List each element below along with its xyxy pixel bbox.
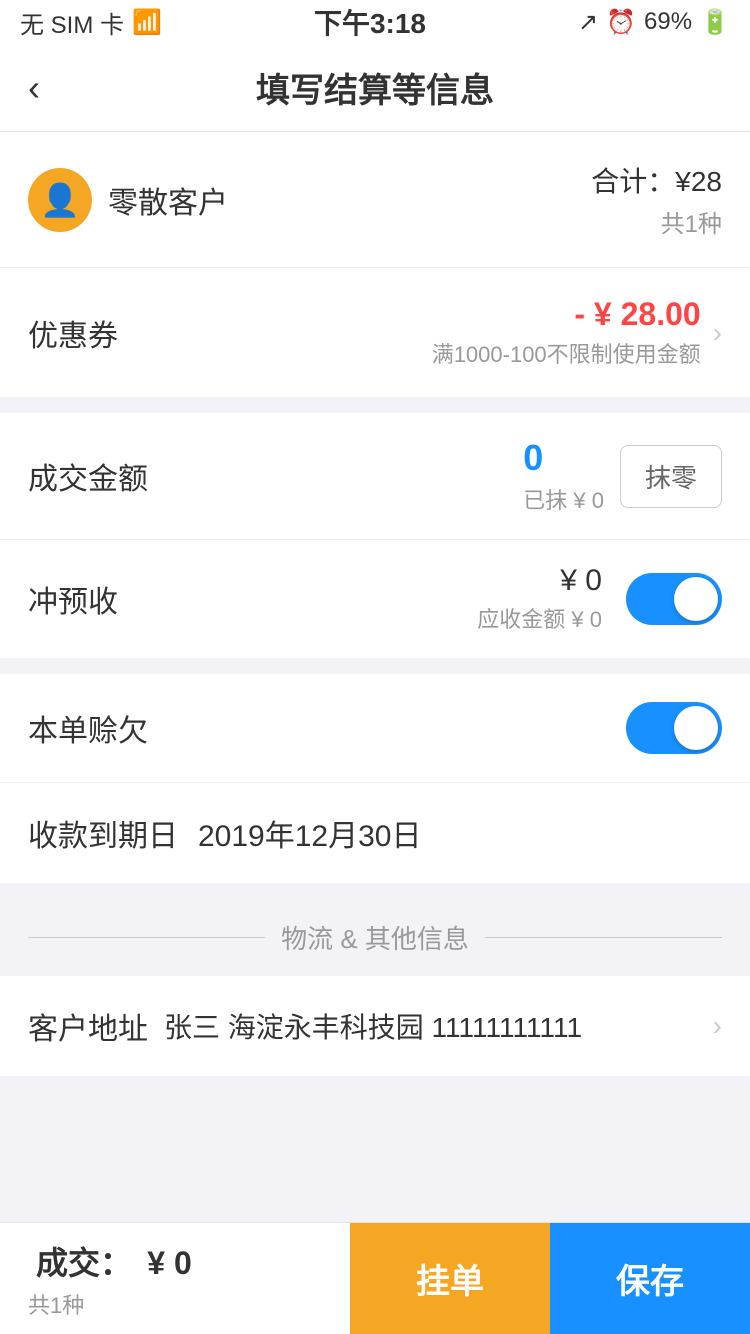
debt-row: 本单赊欠 [0, 674, 750, 782]
hold-button[interactable]: 挂单 [350, 1223, 550, 1334]
logistics-divider: 物流 & 其他信息 [0, 899, 750, 976]
transaction-right: 0 已抹 ¥ 0 抹零 [523, 437, 722, 515]
transaction-section: 成交金额 0 已抹 ¥ 0 抹零 冲预收 ¥ 0 应收金额 ¥ 0 [0, 413, 750, 658]
battery-icon: 🔋 [700, 8, 730, 37]
customer-left: 👤 零散客户 [28, 168, 228, 232]
status-left: 无 SIM 卡 📶 [20, 5, 162, 40]
bottom-info: 成交： ¥ 0 共1种 [0, 1238, 350, 1320]
logistics-label: 物流 & 其他信息 [281, 919, 469, 956]
deal-amount: ¥ 0 [147, 1245, 191, 1281]
save-button[interactable]: 保存 [550, 1223, 750, 1334]
prepaid-right: ¥ 0 应收金额 ¥ 0 [477, 564, 722, 634]
customer-total: 合计：¥28 [591, 160, 722, 200]
customer-row: 👤 零散客户 合计：¥28 共1种 [0, 132, 750, 267]
status-time: 下午3:18 [314, 2, 426, 42]
no-sim-text: 无 SIM 卡 [20, 5, 124, 40]
alarm-icon: ⏰ [606, 8, 636, 37]
transaction-amount: 0 [523, 437, 604, 479]
prepaid-sub: 应收金额 ¥ 0 [477, 602, 602, 634]
transaction-sub: 已抹 ¥ 0 [523, 483, 604, 515]
address-row[interactable]: 客户地址 张三 海淀永丰科技园 11111111111 › [0, 976, 750, 1076]
avatar-icon: 👤 [40, 181, 80, 219]
prepaid-toggle[interactable] [626, 573, 722, 625]
address-value: 张三 海淀永丰科技园 11111111111 [164, 1006, 713, 1046]
status-bar: 无 SIM 卡 📶 下午3:18 ↗ ⏰ 69% 🔋 [0, 0, 750, 44]
wifi-icon: 📶 [132, 8, 162, 37]
deal-label: 成交： [36, 1245, 132, 1281]
battery-text: 69% [644, 8, 692, 36]
back-button[interactable]: ‹ [28, 67, 40, 109]
prepaid-amount: ¥ 0 [477, 564, 602, 598]
nav-bar: ‹ 填写结算等信息 [0, 44, 750, 132]
coupon-label: 优惠券 [28, 311, 118, 355]
due-date-value: 2019年12月30日 [198, 811, 421, 855]
location-icon: ↗ [578, 8, 598, 37]
page-title: 填写结算等信息 [256, 63, 494, 112]
status-right: ↗ ⏰ 69% 🔋 [578, 8, 730, 37]
avatar: 👤 [28, 168, 92, 232]
customer-count: 共1种 [591, 204, 722, 239]
coupon-value: - ¥ 28.00 [432, 296, 701, 333]
bottom-count: 共1种 [28, 1288, 322, 1320]
due-date-label: 收款到期日 [28, 811, 178, 855]
prepaid-amount-block: ¥ 0 应收金额 ¥ 0 [477, 564, 602, 634]
transaction-row: 成交金额 0 已抹 ¥ 0 抹零 [0, 413, 750, 539]
transaction-label: 成交金额 [28, 454, 148, 498]
debt-label: 本单赊欠 [28, 706, 148, 750]
debt-toggle[interactable] [626, 702, 722, 754]
customer-name: 零散客户 [108, 178, 228, 222]
customer-card: 👤 零散客户 合计：¥28 共1种 优惠券 - ¥ 28.00 满1000-10… [0, 132, 750, 397]
divider-line-left [28, 937, 265, 938]
customer-right: 合计：¥28 共1种 [591, 160, 722, 239]
prepaid-label: 冲预收 [28, 577, 118, 621]
prepaid-row: 冲预收 ¥ 0 应收金额 ¥ 0 [0, 539, 750, 658]
due-date-row: 收款到期日 2019年12月30日 [0, 782, 750, 883]
debt-section: 本单赊欠 收款到期日 2019年12月30日 [0, 674, 750, 883]
address-section: 客户地址 张三 海淀永丰科技园 11111111111 › [0, 976, 750, 1076]
coupon-desc: 满1000-100不限制使用金额 [432, 337, 701, 369]
address-label: 客户地址 [28, 1004, 148, 1048]
bottom-bar: 成交： ¥ 0 共1种 挂单 保存 [0, 1222, 750, 1334]
coupon-right: - ¥ 28.00 满1000-100不限制使用金额 › [432, 296, 722, 369]
bottom-deal: 成交： ¥ 0 [28, 1238, 322, 1284]
coupon-chevron-icon: › [713, 317, 722, 349]
main-content: 👤 零散客户 合计：¥28 共1种 优惠券 - ¥ 28.00 满1000-10… [0, 132, 750, 1196]
round-off-button[interactable]: 抹零 [620, 445, 722, 508]
coupon-row[interactable]: 优惠券 - ¥ 28.00 满1000-100不限制使用金额 › [0, 267, 750, 397]
address-chevron-icon: › [713, 1010, 722, 1042]
divider-line-right [485, 937, 722, 938]
